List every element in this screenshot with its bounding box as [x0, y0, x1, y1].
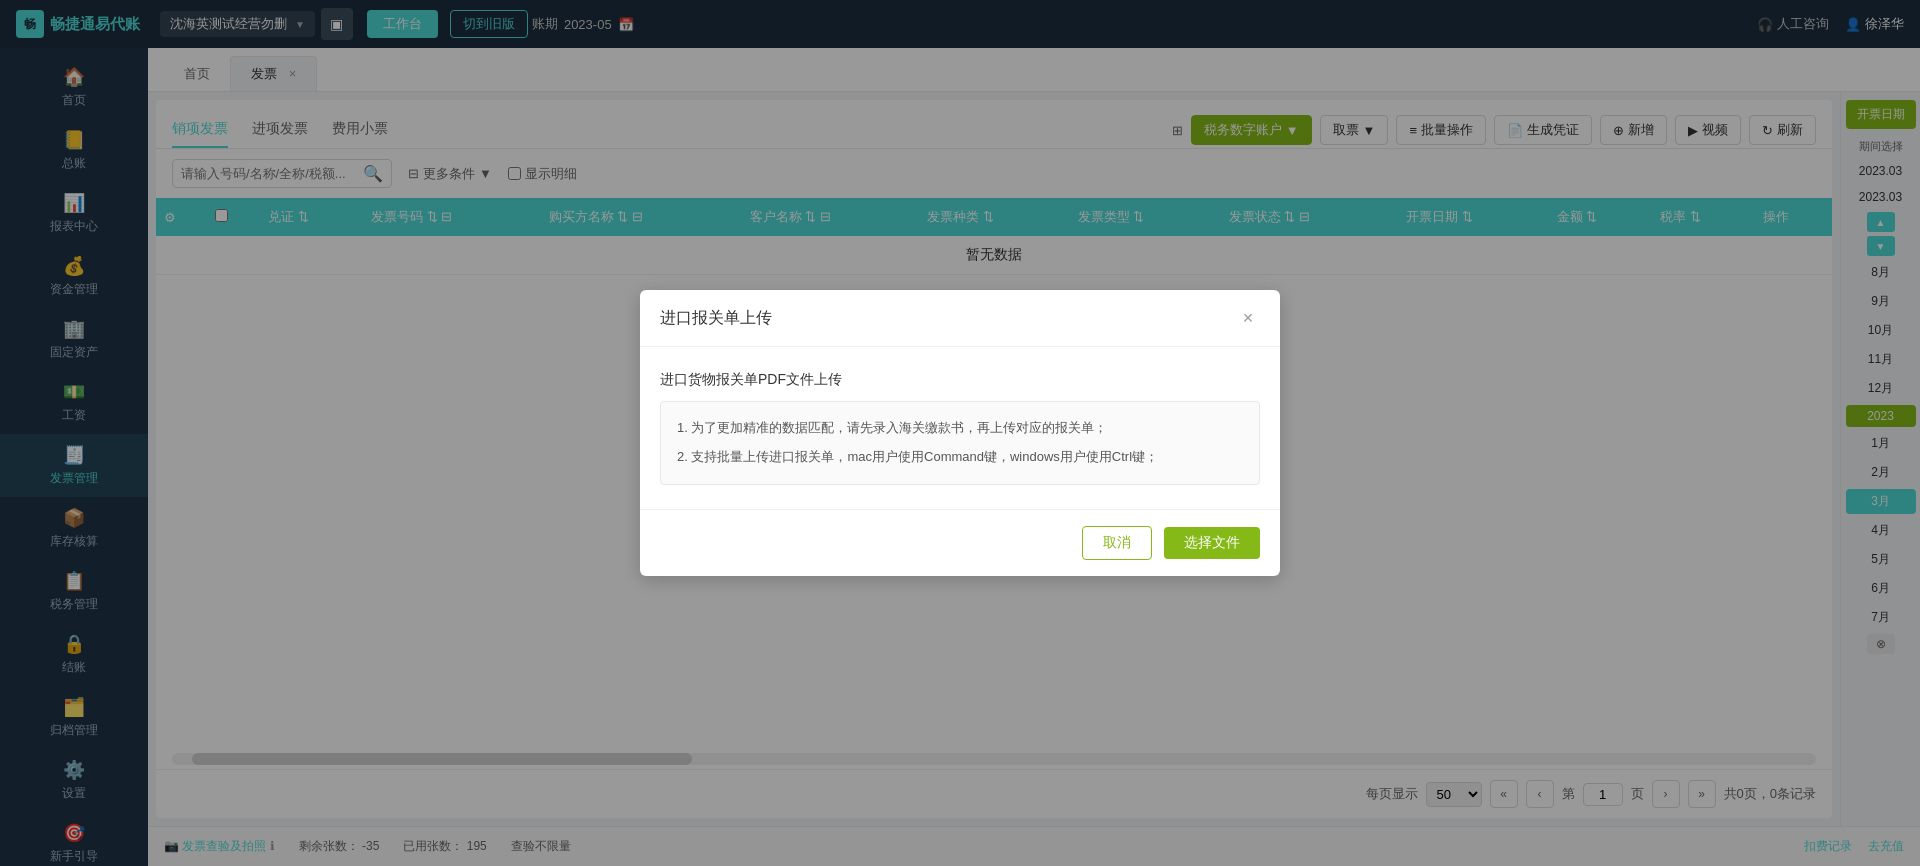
modal-cancel-button[interactable]: 取消 [1082, 526, 1152, 560]
modal-overlay[interactable]: 进口报关单上传 × 进口货物报关单PDF文件上传 1. 为了更加精准的数据匹配，… [0, 0, 1920, 866]
modal-info-1: 1. 为了更加精准的数据匹配，请先录入海关缴款书，再上传对应的报关单； [677, 418, 1243, 439]
modal-info-box: 1. 为了更加精准的数据匹配，请先录入海关缴款书，再上传对应的报关单； 2. 支… [660, 401, 1260, 485]
select-file-button[interactable]: 选择文件 [1164, 527, 1260, 559]
modal-title: 进口报关单上传 [660, 308, 772, 329]
modal-header: 进口报关单上传 × [640, 290, 1280, 347]
modal-info-2: 2. 支持批量上传进口报关单，mac用户使用Command键，windows用户… [677, 447, 1243, 468]
modal-body: 进口货物报关单PDF文件上传 1. 为了更加精准的数据匹配，请先录入海关缴款书，… [640, 347, 1280, 509]
modal-section-title: 进口货物报关单PDF文件上传 [660, 371, 1260, 389]
import-modal: 进口报关单上传 × 进口货物报关单PDF文件上传 1. 为了更加精准的数据匹配，… [640, 290, 1280, 576]
modal-footer: 取消 选择文件 [640, 509, 1280, 576]
modal-close-button[interactable]: × [1236, 306, 1260, 330]
